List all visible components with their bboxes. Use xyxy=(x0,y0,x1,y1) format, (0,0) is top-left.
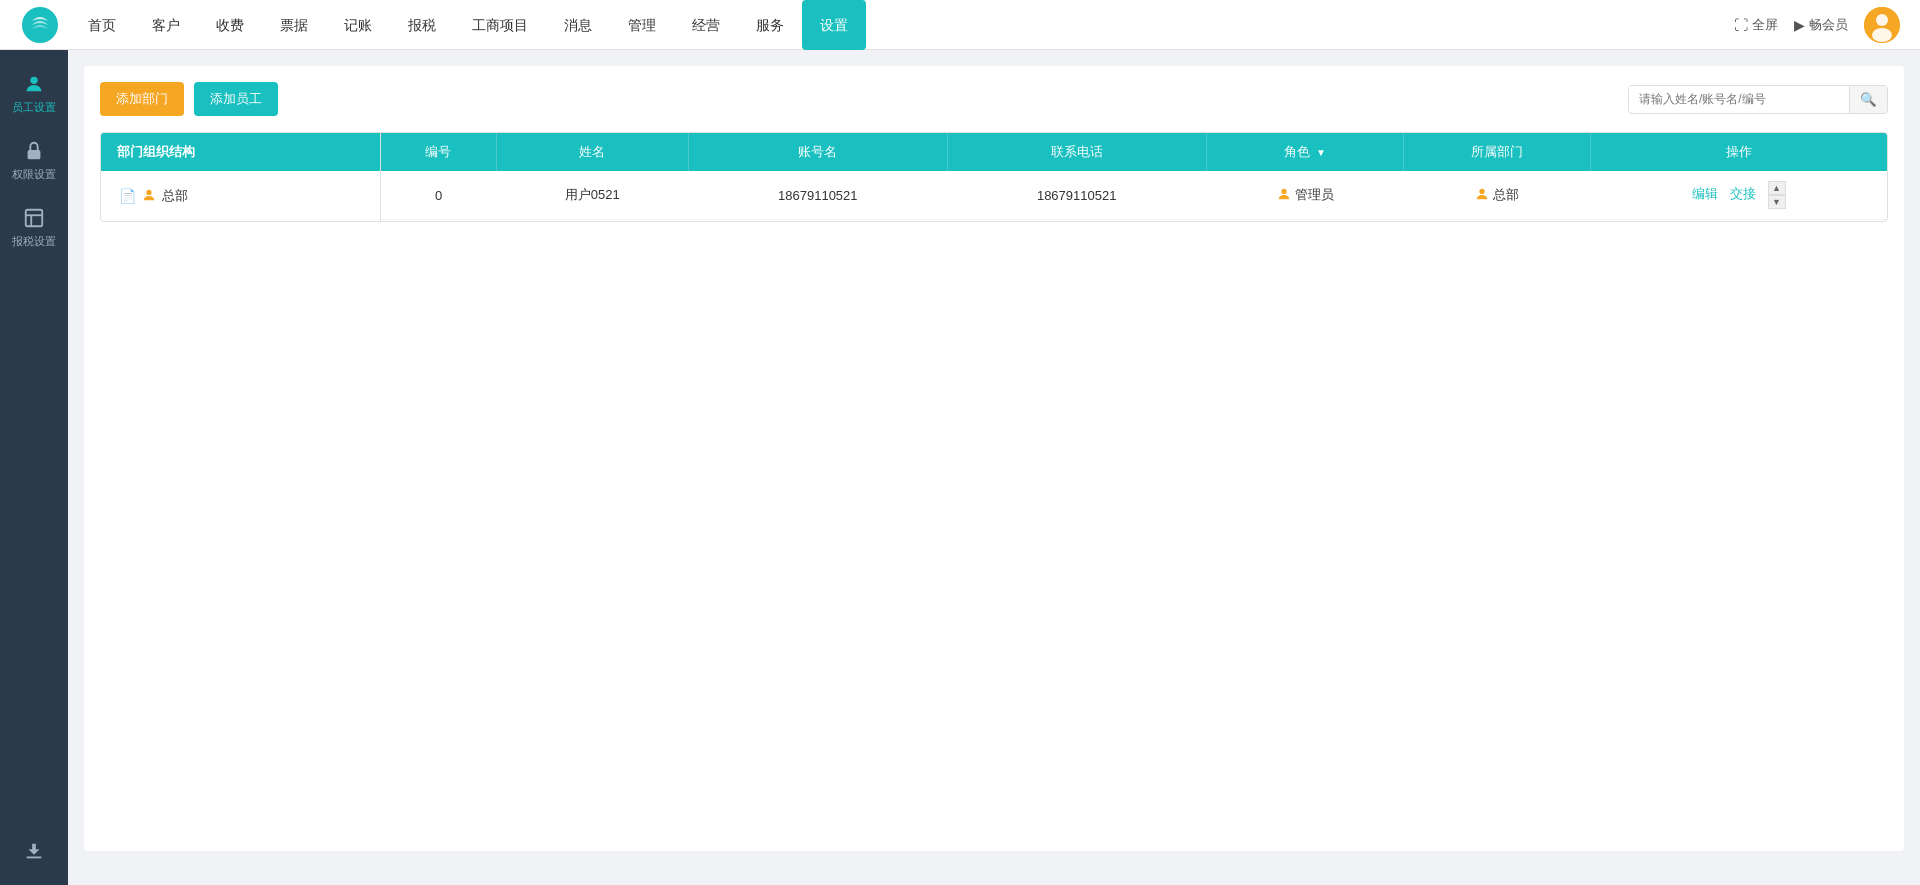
cell-phone: 18679110521 xyxy=(947,171,1206,220)
th-dept: 所属部门 xyxy=(1404,133,1591,171)
search-icon: 🔍 xyxy=(1860,92,1877,107)
dept-tree: 📄 总部 xyxy=(101,171,380,221)
transfer-link[interactable]: 交接 xyxy=(1730,186,1756,201)
sidebar-item-staff[interactable]: 员工设置 xyxy=(0,60,68,127)
app-logo xyxy=(10,7,70,43)
svg-point-2 xyxy=(1876,14,1888,26)
svg-rect-6 xyxy=(26,210,43,227)
nav-message[interactable]: 消息 xyxy=(546,0,610,50)
content-wrapper: 添加部门 添加员工 🔍 部门组织结构 📄 xyxy=(84,66,1904,851)
cell-id: 0 xyxy=(381,171,496,220)
scroll-up-button[interactable]: ▲ xyxy=(1768,181,1786,195)
toolbar: 添加部门 添加员工 🔍 xyxy=(100,82,1888,116)
nav-settings[interactable]: 设置 xyxy=(802,0,866,50)
main-content: 添加部门 添加员工 🔍 部门组织结构 📄 xyxy=(68,50,1920,885)
nav-service[interactable]: 服务 xyxy=(738,0,802,50)
nav-tax[interactable]: 报税 xyxy=(390,0,454,50)
nav-business[interactable]: 工商项目 xyxy=(454,0,546,50)
member-button[interactable]: ▶ 畅会员 xyxy=(1794,16,1848,34)
dept-root-label: 总部 xyxy=(162,187,188,205)
svg-point-3 xyxy=(1872,28,1892,42)
role-label: 管理员 xyxy=(1295,186,1334,204)
svg-point-4 xyxy=(30,77,37,84)
svg-point-10 xyxy=(146,189,151,194)
dept-label: 总部 xyxy=(1493,186,1519,204)
th-role[interactable]: 角色 ▼ xyxy=(1206,133,1404,171)
svg-point-12 xyxy=(1480,188,1485,193)
svg-rect-5 xyxy=(28,150,41,159)
person-icon xyxy=(22,72,46,96)
nav-accounting[interactable]: 记账 xyxy=(326,0,390,50)
search-input[interactable] xyxy=(1629,86,1849,112)
dept-person-icon xyxy=(1475,187,1489,204)
sidebar-item-permissions[interactable]: 权限设置 xyxy=(0,127,68,194)
search-box: 🔍 xyxy=(1628,85,1888,114)
th-name: 姓名 xyxy=(496,133,688,171)
add-staff-button[interactable]: 添加员工 xyxy=(194,82,278,116)
lock-icon xyxy=(22,139,46,163)
nav-invoice[interactable]: 票据 xyxy=(262,0,326,50)
th-phone: 联系电话 xyxy=(947,133,1206,171)
fullscreen-button[interactable]: ⛶ 全屏 xyxy=(1734,16,1778,34)
sidebar-bottom-area xyxy=(22,827,46,875)
edit-link[interactable]: 编辑 xyxy=(1692,186,1718,201)
th-id: 编号 xyxy=(381,133,496,171)
filter-icon: ▼ xyxy=(1316,147,1326,158)
top-navigation: 首页 客户 收费 票据 记账 报税 工商项目 消息 管理 经营 服务 设置 ⛶ … xyxy=(0,0,1920,50)
table-panel: 编号 姓名 账号名 联系电话 角色 ▼ 所属部门 操作 xyxy=(381,133,1887,221)
sidebar: 员工设置 权限设置 报税设置 xyxy=(0,50,68,885)
cell-account: 18679110521 xyxy=(688,171,947,220)
th-account: 账号名 xyxy=(688,133,947,171)
sidebar-item-tax-settings[interactable]: 报税设置 xyxy=(0,194,68,261)
video-icon: ▶ xyxy=(1794,17,1805,33)
employee-table: 编号 姓名 账号名 联系电话 角色 ▼ 所属部门 操作 xyxy=(381,133,1887,220)
member-label: 畅会员 xyxy=(1809,16,1848,34)
download-icon xyxy=(22,839,46,863)
sidebar-staff-label: 员工设置 xyxy=(12,100,56,115)
nav-manage[interactable]: 管理 xyxy=(610,0,674,50)
nav-home[interactable]: 首页 xyxy=(70,0,134,50)
scroll-down-button[interactable]: ▼ xyxy=(1768,195,1786,209)
fullscreen-icon: ⛶ xyxy=(1734,17,1748,33)
file-icon: 📄 xyxy=(119,188,136,204)
th-action: 操作 xyxy=(1591,133,1887,171)
dept-tree-item-root[interactable]: 📄 总部 xyxy=(111,181,370,211)
nav-customer[interactable]: 客户 xyxy=(134,0,198,50)
add-dept-button[interactable]: 添加部门 xyxy=(100,82,184,116)
cell-actions: 编辑 交接 ▲ ▼ xyxy=(1591,171,1887,220)
nav-menu: 首页 客户 收费 票据 记账 报税 工商项目 消息 管理 经营 服务 设置 xyxy=(70,0,1734,50)
th-role-label: 角色 xyxy=(1284,144,1310,159)
sidebar-download-button[interactable] xyxy=(22,827,46,875)
fullscreen-label: 全屏 xyxy=(1752,16,1778,34)
content-area: 部门组织结构 📄 总部 xyxy=(100,132,1888,222)
cell-name: 用户0521 xyxy=(496,171,688,220)
dept-panel-header: 部门组织结构 xyxy=(101,133,380,171)
cell-role: 管理员 xyxy=(1206,171,1404,220)
table-row: 0 用户0521 18679110521 18679110521 xyxy=(381,171,1887,220)
avatar[interactable] xyxy=(1864,7,1900,43)
svg-point-11 xyxy=(1281,188,1286,193)
nav-right-area: ⛶ 全屏 ▶ 畅会员 xyxy=(1734,7,1900,43)
person-small-icon xyxy=(142,188,156,205)
dept-panel: 部门组织结构 📄 总部 xyxy=(101,133,381,221)
cell-dept: 总部 xyxy=(1404,171,1591,220)
tax-icon xyxy=(22,206,46,230)
search-button[interactable]: 🔍 xyxy=(1849,86,1887,113)
sidebar-tax-label: 报税设置 xyxy=(12,234,56,249)
sidebar-permissions-label: 权限设置 xyxy=(12,167,56,182)
nav-billing[interactable]: 收费 xyxy=(198,0,262,50)
svg-rect-9 xyxy=(27,857,42,859)
role-person-icon xyxy=(1277,187,1291,204)
nav-operation[interactable]: 经营 xyxy=(674,0,738,50)
